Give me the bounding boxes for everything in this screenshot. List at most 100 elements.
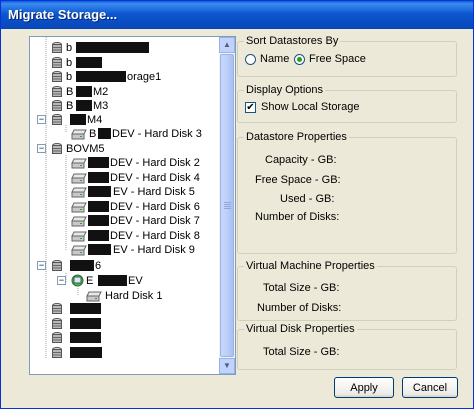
vm-properties-group: Virtual Machine Properties Total Size - … <box>237 260 457 321</box>
sort-name-radio[interactable] <box>245 54 256 65</box>
tree-item-label-suffix: DEV - Hard Disk 6 <box>110 201 200 213</box>
redaction-block <box>70 347 102 358</box>
cancel-button[interactable]: Cancel <box>402 377 458 398</box>
datastore-icon <box>52 42 62 54</box>
tree-item-disk[interactable]: DEV - Hard Disk 7 <box>30 214 218 228</box>
show-local-storage-checkbox[interactable]: ✔ <box>245 102 256 113</box>
sort-free-space-label[interactable]: Free Space <box>309 53 366 65</box>
tree-item-datastore[interactable] <box>30 317 218 331</box>
tree-item-datastore[interactable] <box>30 302 218 316</box>
datastore-icon <box>52 71 62 83</box>
collapse-toggle-icon[interactable]: − <box>57 276 66 285</box>
vm-total-size-label: Total Size - GB: <box>263 282 340 294</box>
used-label: Used - GB: <box>280 193 335 205</box>
redaction-block <box>76 86 92 97</box>
sort-group-title: Sort Datastores By <box>244 35 341 47</box>
tree-item-disk[interactable]: DEV - Hard Disk 8 <box>30 229 218 243</box>
window-title: Migrate Storage... <box>8 7 118 22</box>
tree-item-datastore[interactable]: b <box>30 56 218 70</box>
tree-item-datastore[interactable]: − BOVM5 <box>30 142 218 156</box>
redaction-block <box>70 260 94 271</box>
sort-name-label[interactable]: Name <box>260 53 289 65</box>
virtual-machine-icon <box>71 274 84 287</box>
datastore-icon <box>52 100 62 112</box>
virtual-disk-properties-title: Virtual Disk Properties <box>244 323 357 335</box>
tree-item-label-suffix: DEV - Hard Disk 4 <box>110 172 200 184</box>
redaction-block <box>76 42 149 53</box>
redaction-block <box>98 275 127 286</box>
redaction-block <box>88 157 109 168</box>
scroll-thumb[interactable] <box>220 54 234 357</box>
sort-free-space-radio[interactable] <box>294 54 305 65</box>
redaction-block <box>70 332 101 343</box>
datastore-icon <box>52 86 62 98</box>
hard-disk-icon <box>71 187 87 198</box>
tree-item-datastore[interactable]: b <box>30 41 218 55</box>
tree-item-disk[interactable]: B DEV - Hard Disk 3 <box>30 127 218 141</box>
redaction-block <box>88 201 109 212</box>
tree-item-disk[interactable]: DEV - Hard Disk 6 <box>30 200 218 214</box>
migrate-storage-dialog: Migrate Storage... b b b orage1 B M2 B M3− M4 B DE… <box>0 0 474 409</box>
redaction-block <box>98 128 111 139</box>
number-of-disks-label: Number of Disks: <box>255 211 340 223</box>
redaction-block <box>70 114 86 125</box>
tree-item-datastore[interactable]: B M2 <box>30 85 218 99</box>
collapse-toggle-icon[interactable]: − <box>37 115 46 124</box>
datastore-icon <box>52 143 62 155</box>
tree-scrollbar[interactable]: ▲ ▼ <box>219 37 235 374</box>
tree-item-label-suffix: 6 <box>95 260 102 272</box>
tree-item-disk[interactable]: DEV - Hard Disk 2 <box>30 156 218 170</box>
tree-item-label-suffix: orage1 <box>127 71 162 83</box>
redaction-block <box>70 318 101 329</box>
display-options-group: Display Options ✔ Show Local Storage <box>237 84 457 123</box>
tree-item-disk[interactable]: EV - Hard Disk 5 <box>30 185 218 199</box>
tree-item-datastore[interactable]: − M4 <box>30 113 218 127</box>
hard-disk-icon <box>71 231 87 242</box>
redaction-block <box>70 303 101 314</box>
vdisk-total-size-label: Total Size - GB: <box>263 346 340 358</box>
collapse-toggle-icon[interactable]: − <box>37 144 46 153</box>
redaction-block <box>88 215 109 226</box>
tree-item-label-suffix: EV - Hard Disk 9 <box>113 244 195 256</box>
tree-item-datastore[interactable]: b orage1 <box>30 70 218 84</box>
redaction-block <box>76 71 126 82</box>
thumb-grip <box>224 206 231 207</box>
redaction-block <box>88 186 111 197</box>
thumb-grip <box>224 204 231 205</box>
scroll-down-button[interactable]: ▼ <box>219 358 235 374</box>
virtual-disk-properties-group: Virtual Disk Properties Total Size - GB: <box>237 323 457 370</box>
datastore-icon <box>52 303 62 315</box>
thumb-grip <box>224 202 231 203</box>
tree-item-label-suffix: DEV - Hard Disk 7 <box>110 215 200 227</box>
tree-item-label-suffix: M2 <box>93 86 109 98</box>
tree-item-disk[interactable]: EV - Hard Disk 9 <box>30 243 218 257</box>
scroll-up-button[interactable]: ▲ <box>219 37 235 53</box>
tree-item-label-suffix: M4 <box>87 114 103 126</box>
tree-item-label-suffix: EV - Hard Disk 5 <box>113 186 195 198</box>
tree-item-disk[interactable]: Hard Disk 1 <box>30 289 218 303</box>
title-bar[interactable]: Migrate Storage... <box>1 1 473 29</box>
collapse-toggle-icon[interactable]: − <box>37 261 46 270</box>
apply-button[interactable]: Apply <box>334 377 394 398</box>
datastore-icon <box>52 57 62 69</box>
tree-item-datastore[interactable] <box>30 331 218 345</box>
display-options-title: Display Options <box>244 84 326 96</box>
hard-disk-icon <box>71 129 87 140</box>
tree-item-datastore[interactable] <box>30 346 218 360</box>
redaction-block <box>88 230 109 241</box>
tree-item-disk[interactable]: DEV - Hard Disk 4 <box>30 171 218 185</box>
show-local-storage-label[interactable]: Show Local Storage <box>261 101 359 113</box>
tree-item-datastore[interactable]: −6 <box>30 259 218 273</box>
tree-item-datastore[interactable]: B M3 <box>30 99 218 113</box>
free-space-label: Free Space - GB: <box>255 174 341 186</box>
tree-item-label: B <box>66 86 74 98</box>
vm-properties-title: Virtual Machine Properties <box>244 260 377 272</box>
tree-item-vm[interactable]: − E EV <box>30 274 218 288</box>
hard-disk-icon <box>71 245 87 256</box>
sort-group: Sort Datastores By Name Free Space <box>237 35 457 77</box>
vm-number-of-disks-label: Number of Disks: <box>257 302 342 314</box>
tree-item-label: BOVM5 <box>66 143 105 155</box>
datastore-tree[interactable]: b b b orage1 B M2 B M3− M4 B DEV - Hard Disk 3− BOV… <box>29 36 236 375</box>
tree-item-label: b <box>66 71 73 83</box>
tree-item-label-suffix: DEV - Hard Disk 3 <box>112 128 202 140</box>
